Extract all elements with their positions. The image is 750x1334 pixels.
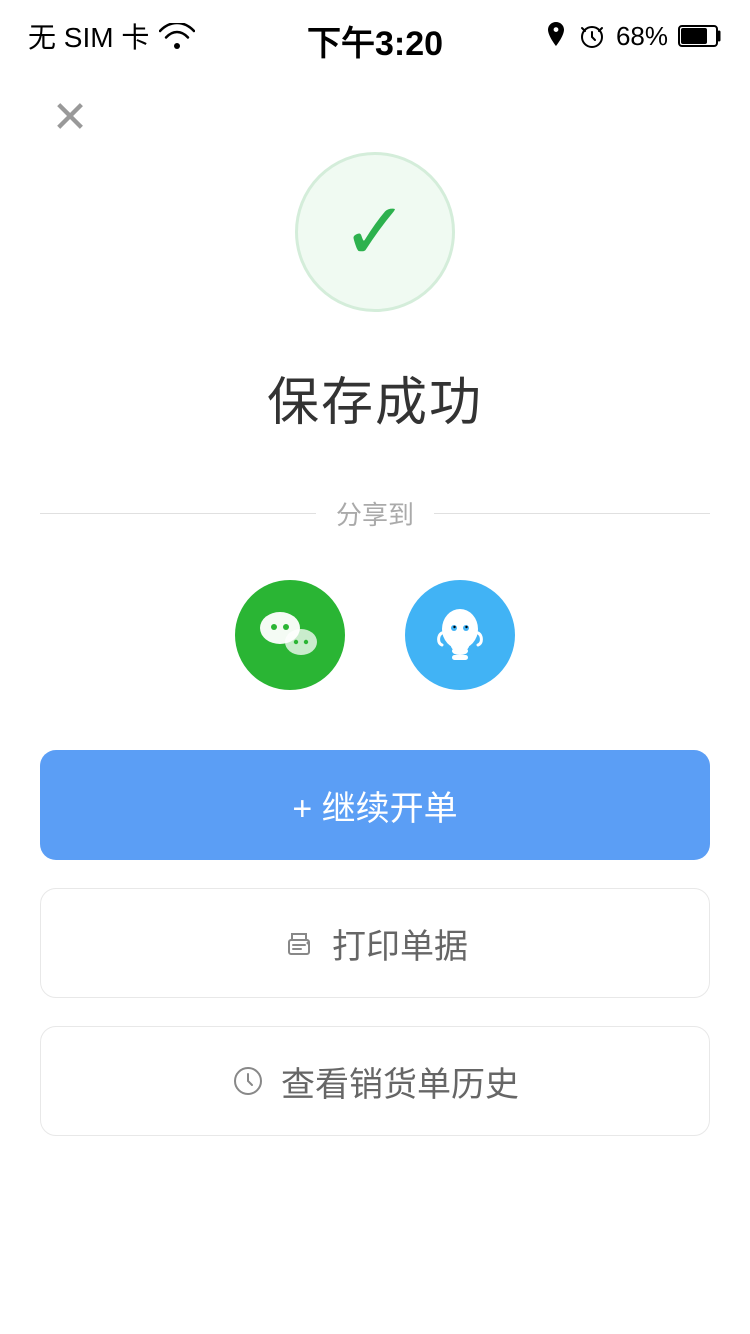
battery-icon bbox=[678, 25, 722, 47]
action-buttons: + 继续开单 打印单据 查看销货单历史 bbox=[0, 750, 750, 1136]
share-divider: 分享到 bbox=[40, 495, 710, 532]
success-circle: ✓ bbox=[295, 152, 455, 312]
share-icons bbox=[40, 580, 710, 690]
carrier-text: 无 SIM 卡 bbox=[28, 16, 149, 56]
history-button-label: 查看销货单历史 bbox=[281, 1057, 519, 1106]
status-carrier: 无 SIM 卡 bbox=[28, 16, 195, 56]
status-bar: 无 SIM 卡 下午3:20 68% bbox=[0, 0, 750, 72]
wechat-icon bbox=[255, 600, 325, 670]
print-button-label: 打印单据 bbox=[332, 919, 468, 968]
checkmark-icon: ✓ bbox=[341, 192, 408, 272]
alarm-icon bbox=[578, 22, 606, 50]
location-icon bbox=[544, 22, 568, 50]
continue-button-label: + 继续开单 bbox=[292, 781, 457, 830]
qq-share-button[interactable] bbox=[405, 580, 515, 690]
printer-icon bbox=[282, 926, 316, 960]
main-content: ✓ 保存成功 分享到 bbox=[0, 72, 750, 1136]
close-icon: ✕ bbox=[52, 96, 89, 140]
wechat-share-button[interactable] bbox=[235, 580, 345, 690]
share-label: 分享到 bbox=[336, 495, 414, 532]
battery-percent: 68% bbox=[616, 21, 668, 52]
status-right: 68% bbox=[544, 21, 722, 52]
continue-button[interactable]: + 继续开单 bbox=[40, 750, 710, 860]
history-button[interactable]: 查看销货单历史 bbox=[40, 1026, 710, 1136]
print-button[interactable]: 打印单据 bbox=[40, 888, 710, 998]
wifi-icon bbox=[159, 23, 195, 49]
status-time: 下午3:20 bbox=[307, 16, 443, 65]
qq-icon bbox=[428, 603, 492, 667]
close-button[interactable]: ✕ bbox=[40, 88, 100, 148]
history-icon bbox=[231, 1064, 265, 1098]
success-title: 保存成功 bbox=[267, 360, 483, 435]
share-section: 分享到 bbox=[0, 495, 750, 690]
